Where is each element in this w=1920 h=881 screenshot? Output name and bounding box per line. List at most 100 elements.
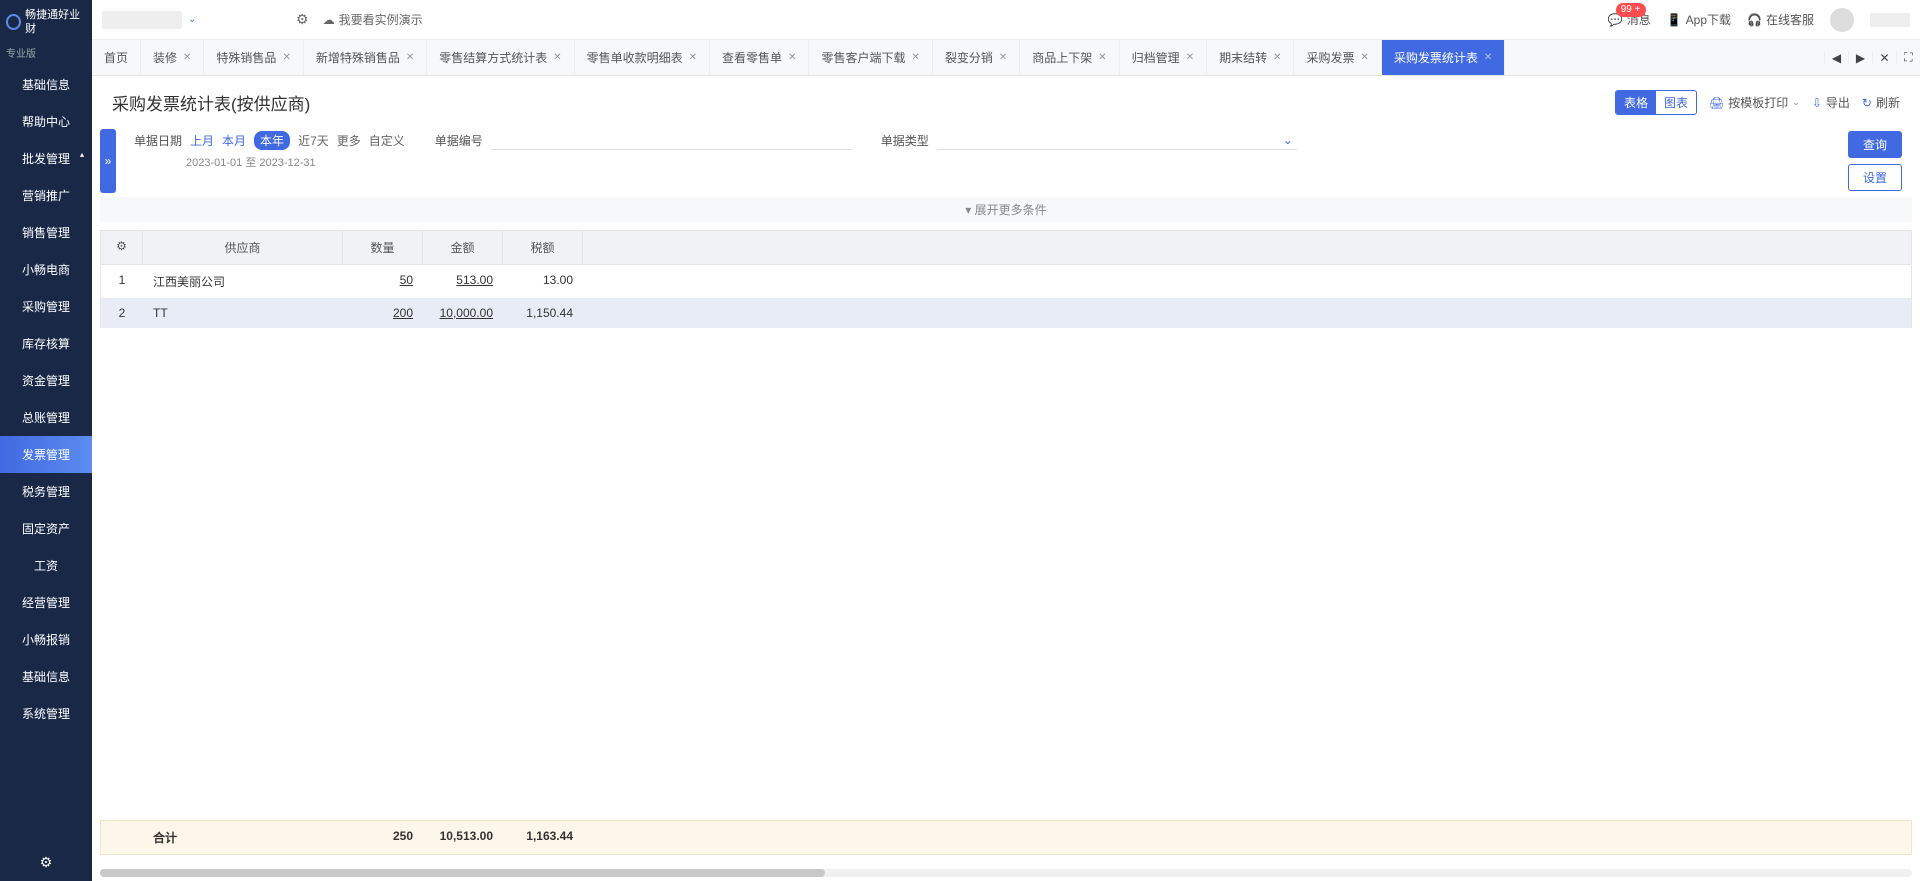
cell-qty[interactable]: 200 xyxy=(343,298,423,328)
settings-gear-icon[interactable]: ⚙ xyxy=(40,854,53,870)
close-icon[interactable]: ✕ xyxy=(911,52,919,63)
page-actions: 表格 图表 🖨 按模板打印 ⌄ ⇩ 导出 ↻ 刷新 xyxy=(1615,90,1900,115)
th-supplier: 供应商 xyxy=(143,231,343,264)
print-action[interactable]: 🖨 按模板打印 ⌄ xyxy=(1709,94,1800,111)
tab[interactable]: 归档管理 ✕ xyxy=(1120,40,1207,75)
expand-filters-bar[interactable]: ▾ 展开更多条件 xyxy=(100,197,1912,222)
online-service-link[interactable]: 🎧 在线客服 xyxy=(1747,11,1814,28)
cell-amount[interactable]: 513.00 xyxy=(423,265,503,298)
demo-link[interactable]: ☁ 我要看实例演示 xyxy=(323,11,423,28)
cell-qty[interactable]: 50 xyxy=(343,265,423,298)
tab[interactable]: 首页 xyxy=(92,40,141,75)
tab[interactable]: 采购发票✕ xyxy=(1294,40,1381,75)
close-icon[interactable]: ✕ xyxy=(406,52,414,63)
sidebar-item[interactable]: 固定资产 xyxy=(0,510,92,547)
sidebar-item[interactable]: 批发管理 xyxy=(0,140,92,177)
date-option[interactable]: 本月 xyxy=(222,132,246,149)
tab[interactable]: 新增特殊销售品✕ xyxy=(304,40,427,75)
filter-code-input[interactable] xyxy=(491,131,851,150)
sidebar-item[interactable]: 经营管理 xyxy=(0,584,92,621)
topbar-gear-icon[interactable]: ⚙ xyxy=(296,11,309,28)
refresh-action[interactable]: ↻ 刷新 xyxy=(1862,94,1900,111)
table-body: 1江西美丽公司50513.0013.002TT20010,000.001,150… xyxy=(100,265,1912,820)
tabbar: 首页装修✕特殊销售品✕新增特殊销售品✕零售结算方式统计表✕零售单收款明细表✕查看… xyxy=(92,40,1920,76)
close-icon[interactable]: ✕ xyxy=(1098,52,1106,63)
sidebar-item[interactable]: 系统管理 xyxy=(0,695,92,732)
close-icon[interactable]: ✕ xyxy=(689,52,697,63)
column-settings-icon[interactable]: ⚙ xyxy=(101,231,143,264)
export-action[interactable]: ⇩ 导出 xyxy=(1812,94,1850,111)
sidebar-item[interactable]: 税务管理 xyxy=(0,473,92,510)
close-icon[interactable]: ✕ xyxy=(1484,52,1492,63)
total-tax: 1,163.44 xyxy=(503,821,583,854)
tab-label: 期末结转 xyxy=(1219,49,1267,66)
table-row[interactable]: 2TT20010,000.001,150.44 xyxy=(100,298,1912,328)
sidebar-item[interactable]: 总账管理 xyxy=(0,399,92,436)
sidebar-item[interactable]: 基础信息 xyxy=(0,66,92,103)
date-option[interactable]: 更多 xyxy=(337,132,361,149)
date-option[interactable]: 上月 xyxy=(190,132,214,149)
chevron-down-icon: ⌄ xyxy=(1283,133,1293,147)
tab[interactable]: 采购发票统计表✕ xyxy=(1382,40,1505,75)
sidebar-item[interactable]: 营销推广 xyxy=(0,177,92,214)
table: ⚙ 供应商 数量 金额 税额 1江西美丽公司50513.0013.002TT20… xyxy=(100,230,1912,855)
sidebar-item[interactable]: 基础信息 xyxy=(0,658,92,695)
messages-link[interactable]: 💬 消息 99 + xyxy=(1608,11,1651,28)
close-icon[interactable]: ✕ xyxy=(788,52,796,63)
horizontal-scrollbar[interactable] xyxy=(100,863,1912,877)
sidebar-footer: ⚙ xyxy=(0,844,92,881)
tab-label: 零售单收款明细表 xyxy=(587,49,683,66)
tabs-scroll-right[interactable]: ▶ xyxy=(1848,51,1872,65)
sidebar-item[interactable]: 发票管理 xyxy=(0,436,92,473)
tab[interactable]: 商品上下架✕ xyxy=(1020,40,1119,75)
tab-label: 零售结算方式统计表 xyxy=(439,49,547,66)
close-icon[interactable]: ✕ xyxy=(1273,52,1281,63)
filter-type-select[interactable]: ⌄ xyxy=(937,131,1297,150)
close-icon[interactable]: ✕ xyxy=(183,52,191,63)
tab[interactable]: 期末结转 ✕ xyxy=(1207,40,1294,75)
tab[interactable]: 特殊销售品✕ xyxy=(204,40,303,75)
date-option[interactable]: 近7天 xyxy=(298,132,329,149)
app-download-link[interactable]: 📱 App下载 xyxy=(1667,11,1731,28)
th-qty: 数量 xyxy=(343,231,423,264)
tab-label: 归档管理 xyxy=(1132,49,1180,66)
table-row[interactable]: 1江西美丽公司50513.0013.00 xyxy=(100,265,1912,298)
sidebar-item[interactable]: 采购管理 xyxy=(0,288,92,325)
sidebar-item[interactable]: 帮助中心 xyxy=(0,103,92,140)
filter-collapse-handle[interactable]: » xyxy=(100,129,116,193)
tab[interactable]: 零售单收款明细表 ✕ xyxy=(575,40,710,75)
tab[interactable]: 零售客户端下载✕ xyxy=(809,40,932,75)
brand-icon xyxy=(6,14,21,30)
view-toggle: 表格 图表 xyxy=(1615,90,1697,115)
cell-amount[interactable]: 10,000.00 xyxy=(423,298,503,328)
sidebar-item[interactable]: 资金管理 xyxy=(0,362,92,399)
tab[interactable]: 查看零售单✕ xyxy=(710,40,809,75)
view-chart-btn[interactable]: 图表 xyxy=(1656,91,1696,114)
org-selector[interactable]: ⌄ xyxy=(102,11,282,29)
table-header: ⚙ 供应商 数量 金额 税额 xyxy=(100,230,1912,265)
sidebar-item[interactable]: 工资 xyxy=(0,547,92,584)
sidebar-item[interactable]: 销售管理 xyxy=(0,214,92,251)
app-label: App下载 xyxy=(1686,11,1731,28)
query-button[interactable]: 查询 xyxy=(1848,131,1902,158)
close-icon[interactable]: ✕ xyxy=(999,52,1007,63)
tabs-close-all[interactable]: ✕ xyxy=(1872,51,1896,65)
close-icon[interactable]: ✕ xyxy=(553,52,561,63)
date-option[interactable]: 本年 xyxy=(254,131,290,150)
tab[interactable]: 装修✕ xyxy=(141,40,204,75)
sidebar-item[interactable]: 库存核算 xyxy=(0,325,92,362)
tabs-scroll-left[interactable]: ◀ xyxy=(1824,51,1848,65)
sidebar-item[interactable]: 小畅报销 xyxy=(0,621,92,658)
tabs-fullscreen[interactable]: ⛶ xyxy=(1896,50,1920,65)
close-icon[interactable]: ✕ xyxy=(1361,52,1369,63)
avatar[interactable] xyxy=(1830,8,1854,32)
date-option[interactable]: 自定义 xyxy=(369,132,405,149)
tab[interactable]: 裂变分销✕ xyxy=(933,40,1020,75)
view-table-btn[interactable]: 表格 xyxy=(1616,91,1656,114)
settings-button[interactable]: 设置 xyxy=(1848,164,1902,191)
sidebar-item[interactable]: 小畅电商 xyxy=(0,251,92,288)
org-placeholder xyxy=(102,11,182,29)
tab[interactable]: 零售结算方式统计表 ✕ xyxy=(427,40,574,75)
close-icon[interactable]: ✕ xyxy=(1186,52,1194,63)
close-icon[interactable]: ✕ xyxy=(282,52,290,63)
